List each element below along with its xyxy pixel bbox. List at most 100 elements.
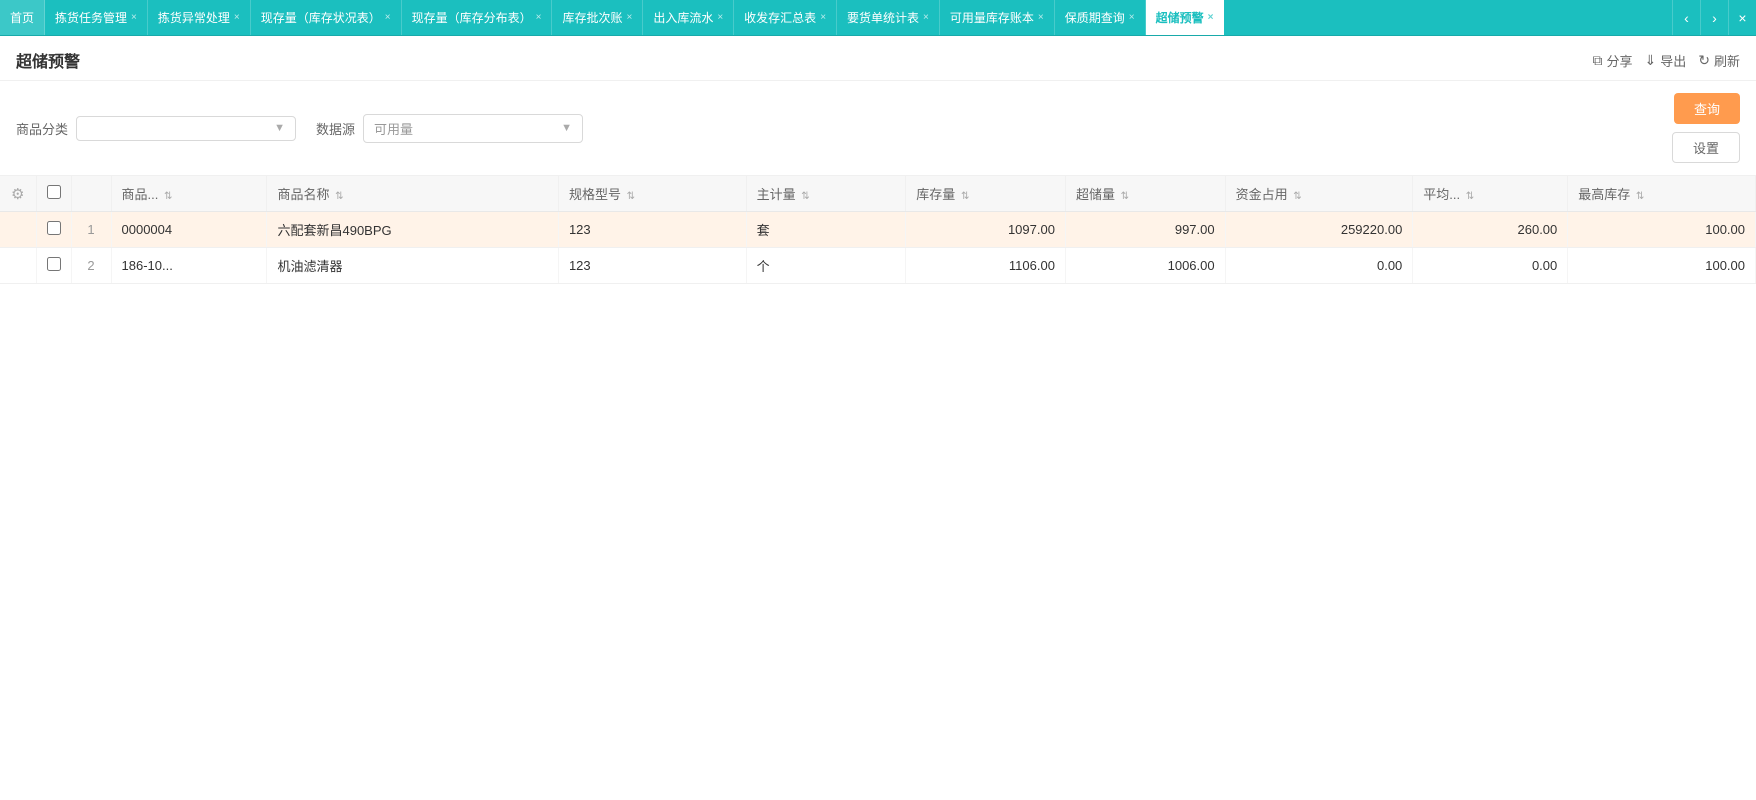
row-stock: 1097.00	[906, 212, 1066, 248]
row-unit: 套	[746, 212, 906, 248]
row-capital: 0.00	[1225, 248, 1413, 284]
row-num: 1	[71, 212, 111, 248]
close-tab-order-stat[interactable]: ×	[923, 12, 929, 23]
row-spec: 123	[558, 212, 746, 248]
sort-capital-icon: ⇅	[1293, 191, 1301, 202]
top-nav: 首页 拣货任务管理 × 拣货异常处理 × 现存量（库存状况表） × 现存量（库存…	[0, 0, 1756, 36]
col-checkbox-header	[36, 176, 71, 212]
row-product-code: 0000004	[111, 212, 267, 248]
tab-task-mgmt[interactable]: 拣货任务管理 ×	[45, 0, 148, 35]
sort-avg-icon: ⇅	[1466, 191, 1474, 202]
sort-product-name-icon: ⇅	[335, 191, 343, 202]
nav-arrow-right[interactable]: ›	[1700, 0, 1728, 36]
query-button[interactable]: 查询	[1674, 93, 1740, 124]
row-num: 2	[71, 248, 111, 284]
sort-unit-icon: ⇅	[801, 191, 809, 202]
row-checkbox-cell[interactable]	[36, 248, 71, 284]
row-product-code: 186-10...	[111, 248, 267, 284]
sort-product-code-icon: ⇅	[164, 191, 172, 202]
category-value	[87, 121, 91, 136]
col-product-code[interactable]: 商品... ⇅	[111, 176, 267, 212]
row-max-stock: 100.00	[1568, 212, 1756, 248]
datasource-value: 可用量	[374, 119, 413, 138]
share-icon: ⧉	[1592, 52, 1602, 69]
share-button[interactable]: ⧉ 分享	[1592, 51, 1632, 70]
col-max-stock[interactable]: 最高库存 ⇅	[1568, 176, 1756, 212]
close-tab-collect[interactable]: ×	[820, 12, 826, 23]
row-product-name: 六配套新昌490BPG	[267, 212, 558, 248]
close-tab-avail-account[interactable]: ×	[1038, 12, 1044, 23]
select-all-checkbox[interactable]	[47, 185, 61, 199]
refresh-icon: ↻	[1698, 52, 1710, 69]
tab-exception[interactable]: 拣货异常处理 ×	[148, 0, 251, 35]
close-tab-overstock[interactable]: ×	[1208, 12, 1214, 23]
tab-avail-account[interactable]: 可用量库存账本 ×	[940, 0, 1055, 35]
row-max-stock: 100.00	[1568, 248, 1756, 284]
col-avg[interactable]: 平均... ⇅	[1413, 176, 1568, 212]
close-tab-task-mgmt[interactable]: ×	[131, 12, 137, 23]
row-avg: 0.00	[1413, 248, 1568, 284]
row-spec: 123	[558, 248, 746, 284]
sort-overstock-icon: ⇅	[1121, 191, 1129, 202]
table-gear-icon[interactable]: ⚙	[11, 186, 24, 203]
datasource-label: 数据源	[316, 119, 355, 138]
tab-home[interactable]: 首页	[0, 0, 45, 35]
tab-batch[interactable]: 库存批次账 ×	[552, 0, 643, 35]
settings-button[interactable]: 设置	[1672, 132, 1740, 163]
close-tab-inout-flow[interactable]: ×	[717, 12, 723, 23]
filter-area: 商品分类 ▼ 数据源 可用量 ▼ 查询 设置	[0, 81, 1756, 176]
filter-action-buttons: 查询 设置	[1672, 93, 1740, 163]
row-checkbox[interactable]	[47, 257, 61, 271]
tab-inventory-dist[interactable]: 现存量（库存分布表） ×	[402, 0, 553, 35]
category-select[interactable]: ▼	[76, 116, 296, 141]
close-tab-batch[interactable]: ×	[626, 12, 632, 23]
datasource-select[interactable]: 可用量 ▼	[363, 114, 583, 143]
close-tab-inventory-dist[interactable]: ×	[536, 12, 542, 23]
refresh-button[interactable]: ↻ 刷新	[1698, 51, 1740, 70]
category-label: 商品分类	[16, 119, 68, 138]
row-unit: 个	[746, 248, 906, 284]
table-body: 1 0000004 六配套新昌490BPG 123 套 1097.00 997.…	[0, 212, 1756, 284]
close-tab-inventory-status[interactable]: ×	[385, 12, 391, 23]
category-filter: 商品分类 ▼	[16, 116, 296, 141]
table-container: ⚙ 商品... ⇅ 商品名称 ⇅ 规格型号	[0, 176, 1756, 284]
col-spec[interactable]: 规格型号 ⇅	[558, 176, 746, 212]
export-button[interactable]: ⇓ 导出	[1645, 51, 1687, 70]
col-capital[interactable]: 资金占用 ⇅	[1225, 176, 1413, 212]
row-overstock: 1006.00	[1065, 248, 1225, 284]
nav-arrow-close[interactable]: ×	[1728, 0, 1756, 36]
close-tab-exception[interactable]: ×	[234, 12, 240, 23]
row-capital: 259220.00	[1225, 212, 1413, 248]
sort-max-stock-icon: ⇅	[1636, 191, 1644, 202]
tab-quality[interactable]: 保质期查询 ×	[1055, 0, 1146, 35]
data-table: ⚙ 商品... ⇅ 商品名称 ⇅ 规格型号	[0, 176, 1756, 284]
col-stock[interactable]: 库存量 ⇅	[906, 176, 1066, 212]
col-unit[interactable]: 主计量 ⇅	[746, 176, 906, 212]
export-icon: ⇓	[1645, 52, 1657, 69]
datasource-arrow-icon: ▼	[561, 122, 572, 134]
table-header-row: ⚙ 商品... ⇅ 商品名称 ⇅ 规格型号	[0, 176, 1756, 212]
tab-order-stat[interactable]: 要货单统计表 ×	[837, 0, 940, 35]
close-tab-quality[interactable]: ×	[1129, 12, 1135, 23]
page-header: 超储预警 ⧉ 分享 ⇓ 导出 ↻ 刷新	[0, 36, 1756, 81]
row-checkbox[interactable]	[47, 221, 61, 235]
table-row: 1 0000004 六配套新昌490BPG 123 套 1097.00 997.…	[0, 212, 1756, 248]
category-arrow-icon: ▼	[274, 122, 285, 134]
col-product-name[interactable]: 商品名称 ⇅	[267, 176, 558, 212]
tab-inout-flow[interactable]: 出入库流水 ×	[643, 0, 734, 35]
tab-overstock[interactable]: 超储预警 ×	[1146, 0, 1225, 35]
col-rownum	[71, 176, 111, 212]
tab-inventory-status[interactable]: 现存量（库存状况表） ×	[251, 0, 402, 35]
header-actions: ⧉ 分享 ⇓ 导出 ↻ 刷新	[1592, 51, 1740, 70]
page-title: 超储预警	[16, 48, 80, 72]
row-checkbox-cell[interactable]	[36, 212, 71, 248]
datasource-filter: 数据源 可用量 ▼	[316, 114, 583, 143]
tab-collect[interactable]: 收发存汇总表 ×	[734, 0, 837, 35]
row-overstock: 997.00	[1065, 212, 1225, 248]
row-gear-cell	[0, 212, 36, 248]
col-overstock[interactable]: 超储量 ⇅	[1065, 176, 1225, 212]
col-gear: ⚙	[0, 176, 36, 212]
sort-spec-icon: ⇅	[627, 191, 635, 202]
nav-arrow-left[interactable]: ‹	[1672, 0, 1700, 36]
row-product-name: 机油滤清器	[267, 248, 558, 284]
